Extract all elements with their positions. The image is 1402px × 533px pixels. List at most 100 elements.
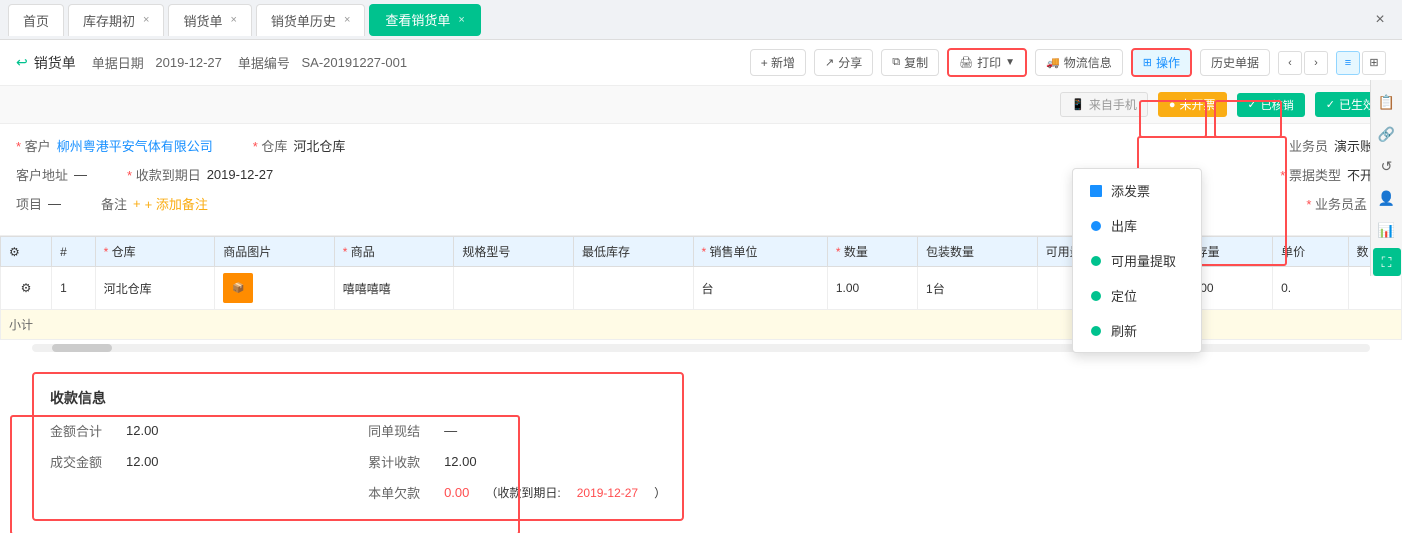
- same-settle-value: —: [444, 423, 457, 438]
- not-opened-btn[interactable]: ● 未开票: [1158, 92, 1227, 117]
- operations-button[interactable]: ⊞ 操作: [1131, 48, 1192, 77]
- col-spec: 规格型号: [454, 237, 574, 267]
- list-view-btn[interactable]: ≡: [1336, 51, 1360, 75]
- col-min-stock: 最低库存: [573, 237, 693, 267]
- print-button[interactable]: 🖨 打印 ▼: [947, 48, 1027, 77]
- doc-icon: ↩: [16, 54, 28, 71]
- warehouse-label: 仓库: [253, 136, 288, 155]
- global-close-button[interactable]: ×: [1366, 6, 1394, 34]
- collected-label: 累计收款: [368, 452, 428, 471]
- cell-gear: ⚙: [1, 267, 52, 310]
- tab-inventory-init[interactable]: 库存期初 ×: [68, 4, 164, 36]
- history-button[interactable]: 历史单据: [1200, 49, 1270, 76]
- available-qty-icon: [1089, 254, 1103, 268]
- sidebar-icon-4[interactable]: 👤: [1373, 184, 1401, 212]
- refresh-icon: [1089, 324, 1103, 338]
- tab-sales-order[interactable]: 销货单 ×: [168, 4, 251, 36]
- close-sales-tab[interactable]: ×: [230, 14, 236, 26]
- locate-icon: [1089, 289, 1103, 303]
- warehouse-value: 河北仓库: [293, 136, 345, 155]
- add-note-btn[interactable]: + + 添加备注: [133, 194, 208, 213]
- cell-pack-qty: 1台: [918, 267, 1038, 310]
- col-unit: 销售单位: [693, 237, 827, 267]
- product-image: 📦: [223, 273, 253, 303]
- date-value: 2019-12-27: [155, 55, 222, 70]
- doc-title: ↩ 销货单: [16, 53, 76, 73]
- sidebar-icon-2[interactable]: 🔗: [1373, 120, 1401, 148]
- grid-view-btn[interactable]: ⊞: [1362, 51, 1386, 75]
- due-value: 0.00: [444, 485, 469, 500]
- col-unit-price: 单价: [1273, 237, 1348, 267]
- note-field: 备注 + + 添加备注: [101, 194, 208, 213]
- scroll-thumb[interactable]: [52, 344, 112, 352]
- doc-meta: 单据日期 2019-12-27 单据编号 SA-20191227-001: [92, 53, 407, 72]
- from-phone-btn[interactable]: 📱 来自手机: [1060, 92, 1148, 117]
- customer-value[interactable]: 柳州粤港平安气体有限公司: [57, 136, 213, 155]
- close-view-tab[interactable]: ×: [458, 14, 464, 26]
- cell-warehouse: 河北仓库: [95, 267, 215, 310]
- dropdown-add-invoice[interactable]: 添发票: [1073, 173, 1201, 208]
- total-label: 金额合计: [50, 421, 110, 440]
- ticket-label: 票据类型: [1280, 165, 1341, 184]
- due-suffix: （收款到期日:: [485, 484, 560, 501]
- right-sidebar: 📋 🔗 ↺ 👤 📊 ⛶: [1370, 80, 1402, 276]
- next-button[interactable]: ›: [1304, 51, 1328, 75]
- col-num: #: [52, 237, 96, 267]
- same-settle-label: 同单现结: [368, 421, 428, 440]
- dropdown-warehouse-out[interactable]: 出库: [1073, 208, 1201, 243]
- summary-row-collected: 累计收款 12.00: [368, 449, 666, 474]
- prev-button[interactable]: ‹: [1278, 51, 1302, 75]
- project-field: 项目 —: [16, 194, 61, 213]
- customer-field: 客户 柳州粤港平安气体有限公司: [16, 136, 213, 155]
- share-button[interactable]: ↗ 分享: [814, 49, 873, 76]
- tab-home[interactable]: 首页: [8, 4, 64, 36]
- cell-product-img: 📦: [215, 267, 335, 310]
- sidebar-icon-expand[interactable]: ⛶: [1373, 248, 1401, 276]
- due-date-label: 收款到期日: [127, 165, 201, 184]
- dropdown-locate[interactable]: 定位: [1073, 278, 1201, 313]
- new-button[interactable]: + 新增: [750, 49, 806, 76]
- summary-grid: 金额合计 12.00 同单现结 — 成交金额 12.00 累计收款 12.00: [50, 418, 666, 505]
- sidebar-icon-3[interactable]: ↺: [1373, 152, 1401, 180]
- close-history-tab[interactable]: ×: [344, 14, 350, 26]
- add-invoice-icon: [1089, 184, 1103, 198]
- confirm-btn[interactable]: ✓ 已核销: [1237, 93, 1305, 117]
- deal-value: 12.00: [126, 454, 159, 469]
- cell-num: 1: [52, 267, 96, 310]
- dropdown-available-qty[interactable]: 可用量提取: [1073, 243, 1201, 278]
- address-value: —: [74, 167, 87, 182]
- status-bar: 📱 来自手机 ● 未开票 ✓ 已核销 ✓ 已生效: [0, 86, 1402, 124]
- collected-value: 12.00: [444, 454, 477, 469]
- summary-wrapper: 收款信息 金额合计 12.00 同单现结 — 成交金额 12.00: [0, 356, 1402, 533]
- cell-unit-price: 0.: [1273, 267, 1348, 310]
- address-label: 客户地址: [16, 165, 68, 184]
- cell-product: 嘻嘻嘻嘻: [334, 267, 454, 310]
- due-date-field: 收款到期日 2019-12-27: [127, 165, 273, 184]
- summary-row-same-settle: 同单现结 —: [368, 418, 666, 443]
- sidebar-icon-1[interactable]: 📋: [1373, 88, 1401, 116]
- main-content: ↩ 销货单 单据日期 2019-12-27 单据编号 SA-20191227-0…: [0, 40, 1402, 533]
- dropdown-menu: 添发票 出库 可用量提取 定位: [1072, 168, 1202, 353]
- dropdown-refresh[interactable]: 刷新: [1073, 313, 1201, 348]
- summary-row-total: 金额合计 12.00: [50, 418, 348, 443]
- warehouse-out-icon: [1089, 219, 1103, 233]
- cell-unit: 台: [693, 267, 827, 310]
- logistics-button[interactable]: 🚚 物流信息: [1035, 49, 1123, 76]
- summary-title: 收款信息: [50, 388, 666, 408]
- col-quantity: 数量: [827, 237, 917, 267]
- summary-row-due: 本单欠款 0.00 （收款到期日: 2019-12-27 ）: [368, 480, 666, 505]
- cell-spec: [454, 267, 574, 310]
- col-gear: ⚙: [1, 237, 52, 267]
- col-product: 商品: [334, 237, 454, 267]
- tab-sales-history[interactable]: 销货单历史 ×: [256, 4, 365, 36]
- doc-header: ↩ 销货单 单据日期 2019-12-27 单据编号 SA-20191227-0…: [0, 40, 1402, 86]
- date-label: 单据日期 2019-12-27: [92, 53, 222, 72]
- sidebar-icon-5[interactable]: 📊: [1373, 216, 1401, 244]
- close-inventory-tab[interactable]: ×: [143, 14, 149, 26]
- doc-title-text: 销货单: [34, 53, 76, 73]
- staff-label: 业务员: [1289, 136, 1328, 155]
- tab-view-sales[interactable]: 查看销货单 ×: [369, 4, 480, 36]
- salesperson-label: 业务员孟: [1306, 194, 1367, 213]
- copy-button[interactable]: ⧉ 复制: [881, 49, 939, 76]
- note-label: 备注: [101, 194, 127, 213]
